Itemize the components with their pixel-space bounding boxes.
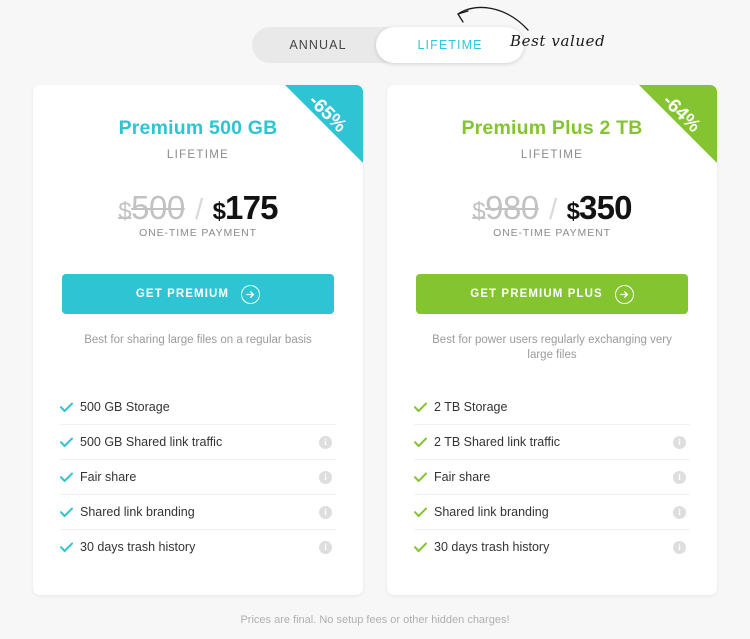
info-icon[interactable]: i [673, 540, 686, 554]
info-icon[interactable]: i [319, 470, 332, 484]
feature-label: 500 GB Storage [80, 400, 170, 414]
plan-title: Premium 500 GB [118, 117, 278, 139]
price-separator: / [195, 194, 204, 226]
check-icon [60, 507, 80, 518]
footer-note: Prices are final. No setup fees or other… [240, 614, 510, 626]
cta-label: GET PREMIUM [135, 288, 230, 300]
feature-label: Fair share [80, 470, 137, 484]
price-current: $175 [212, 189, 279, 226]
list-item: 500 GB Shared link traffic i [60, 425, 336, 460]
list-item: 30 days trash history i [414, 530, 690, 564]
feature-label: 2 TB Shared link traffic [434, 435, 560, 449]
pricing-card-premium: -65% Premium 500 GB LIFETIME $500 / $175… [33, 85, 363, 595]
list-item: 2 TB Storage i [414, 390, 690, 425]
check-icon [60, 402, 80, 413]
curved-arrow-icon [457, 6, 529, 31]
pricing-card-premium-plus: -64% Premium Plus 2 TB LIFETIME $980 / $… [387, 85, 717, 595]
info-icon[interactable]: i [673, 435, 686, 449]
check-icon [414, 507, 434, 518]
plan-period: LIFETIME [166, 149, 230, 161]
list-item: 2 TB Shared link traffic i [414, 425, 690, 460]
feature-label: Fair share [434, 470, 491, 484]
toggle-option-annual[interactable]: ANNUAL [252, 27, 384, 63]
plan-period: LIFETIME [520, 149, 584, 161]
plan-tagline: Best for sharing large files on a regula… [84, 334, 312, 346]
get-premium-plus-button[interactable]: GET PREMIUM PLUS [416, 274, 688, 314]
get-premium-button[interactable]: GET PREMIUM [62, 274, 334, 314]
check-icon [414, 472, 434, 483]
arrow-right-icon [241, 284, 261, 304]
cta-label: GET PREMIUM PLUS [470, 288, 603, 300]
price-row: $980 / $350 [387, 189, 717, 227]
price-note: ONE-TIME PAYMENT [139, 227, 257, 239]
price-original: $980 [472, 189, 539, 226]
feature-label: 500 GB Shared link traffic [80, 435, 223, 449]
check-icon [60, 437, 80, 448]
plan-tagline: Best for power users regularly exchangin… [432, 334, 672, 361]
info-icon[interactable]: i [319, 435, 332, 449]
list-item: Fair share i [414, 460, 690, 495]
price-separator: / [549, 194, 558, 226]
price-original: $500 [118, 189, 185, 226]
plan-title: Premium Plus 2 TB [461, 117, 643, 139]
billing-period-toggle-row: ANNUAL LIFETIME Best valued [0, 0, 750, 85]
list-item: Fair share i [60, 460, 336, 495]
info-icon[interactable]: i [319, 540, 332, 554]
arrow-right-icon [614, 284, 634, 304]
check-icon [414, 542, 434, 553]
feature-label: Shared link branding [80, 505, 195, 519]
info-icon[interactable]: i [673, 470, 686, 484]
info-icon[interactable]: i [673, 505, 686, 519]
list-item: 30 days trash history i [60, 530, 336, 564]
check-icon [414, 402, 434, 413]
list-item: Shared link branding i [60, 495, 336, 530]
price-note: ONE-TIME PAYMENT [493, 227, 611, 239]
check-icon [414, 437, 434, 448]
feature-list: 500 GB Storage i 500 GB Shared link traf… [60, 390, 336, 564]
feature-label: Shared link branding [434, 505, 549, 519]
feature-list: 2 TB Storage i 2 TB Shared link traffic … [414, 390, 690, 564]
check-icon [60, 542, 80, 553]
info-icon[interactable]: i [319, 505, 332, 519]
feature-label: 30 days trash history [434, 540, 550, 554]
feature-label: 2 TB Storage [434, 400, 508, 414]
price-row: $500 / $175 [33, 189, 363, 227]
list-item: 500 GB Storage i [60, 390, 336, 425]
list-item: Shared link branding i [414, 495, 690, 530]
best-valued-annotation: Best valued [510, 32, 606, 50]
price-current: $350 [566, 189, 633, 226]
check-icon [60, 472, 80, 483]
feature-label: 30 days trash history [80, 540, 196, 554]
